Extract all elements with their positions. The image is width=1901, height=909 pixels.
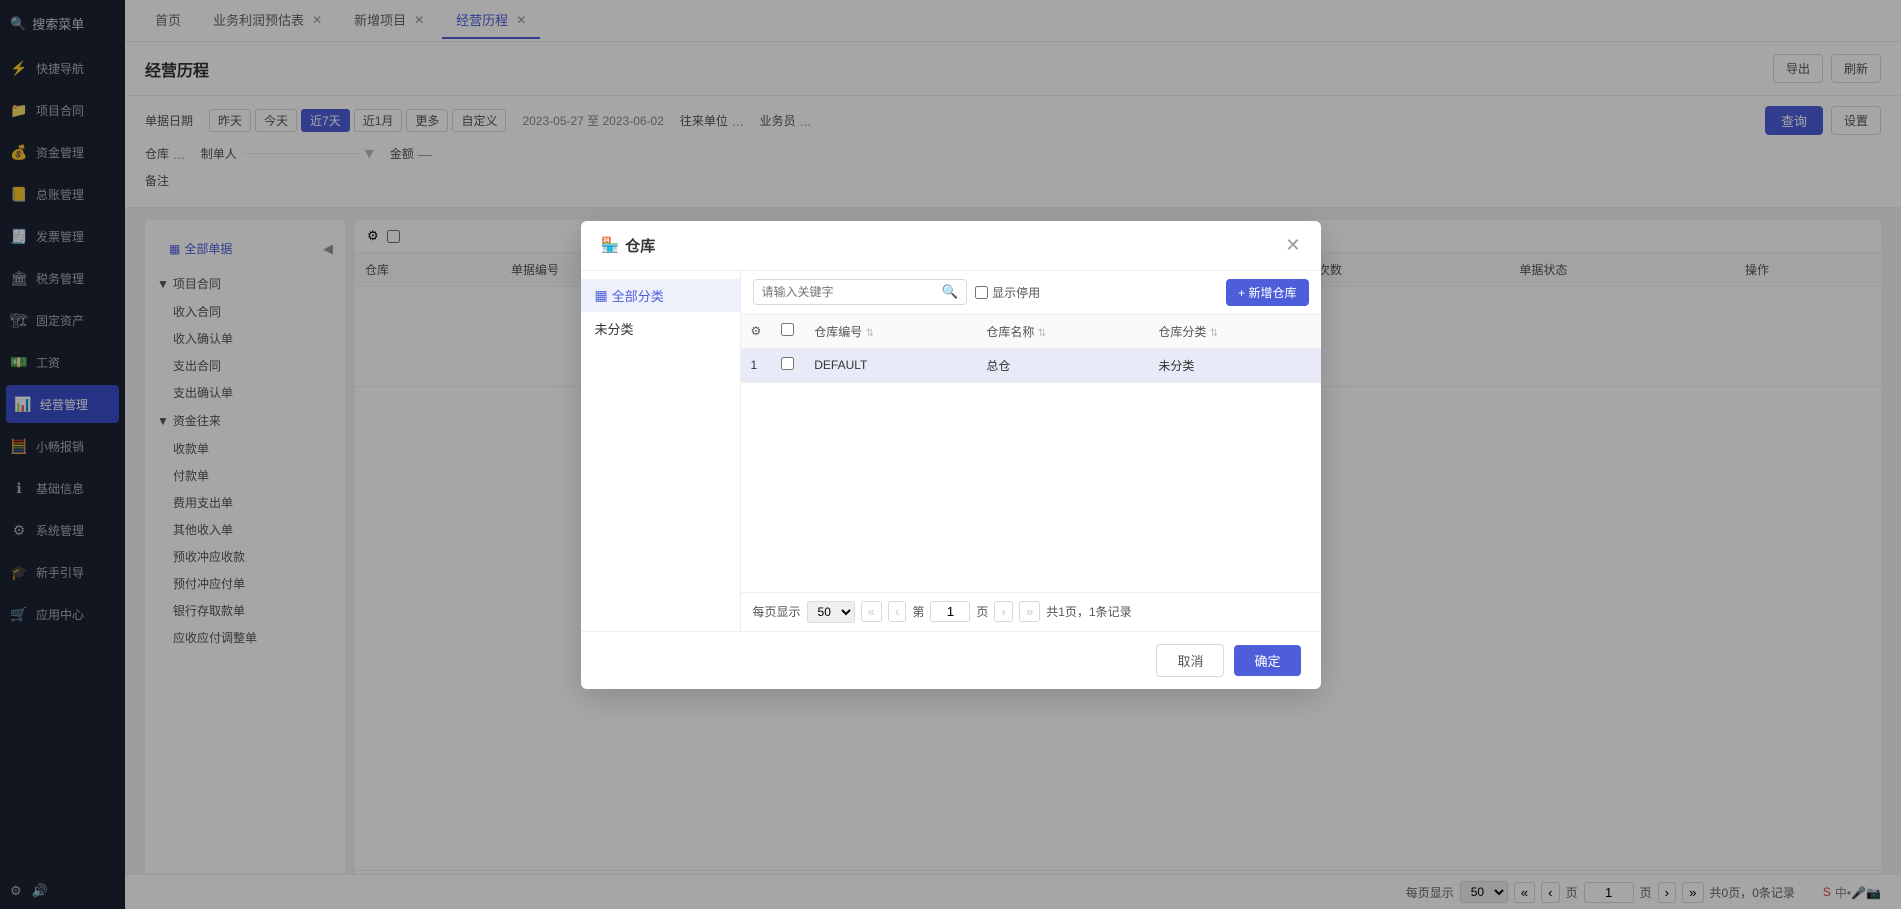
modal-close-button[interactable]: ✕ <box>1285 235 1300 256</box>
search-input-wrap: 🔍 <box>753 279 968 305</box>
tree-item-all[interactable]: ▦ 全部分类 <box>581 279 740 312</box>
modal-toolbar: 🔍 显示停用 + 新增仓库 <box>741 271 1321 315</box>
modal-total-info: 共1页，1条记录 <box>1046 603 1131 620</box>
modal-page-input[interactable] <box>930 601 970 622</box>
warehouse-search-input[interactable] <box>754 281 934 303</box>
show-disabled-checkbox[interactable] <box>975 286 988 299</box>
modal-last-page-btn[interactable]: » <box>1019 601 1040 622</box>
add-warehouse-button[interactable]: + 新增仓库 <box>1226 279 1308 306</box>
modal-col-code: 仓库编号 ⇅ <box>804 315 976 349</box>
modal-col-settings: ⚙ <box>741 315 772 349</box>
modal-body: ▦ 全部分类 未分类 🔍 显示停用 + 新增仓库 <box>581 271 1321 631</box>
confirm-button[interactable]: 确定 <box>1234 645 1300 676</box>
modal-page-suffix: 页 <box>976 603 988 620</box>
row-checkbox[interactable] <box>781 357 794 370</box>
row-name: 总仓 <box>976 348 1148 382</box>
modal-footer: 取消 确定 <box>581 631 1321 689</box>
table-row[interactable]: 1 DEFAULT 总仓 未分类 <box>741 348 1321 382</box>
warehouse-icon: 🏪 <box>601 236 620 254</box>
modal-per-page-label: 每页显示 <box>753 603 801 620</box>
modal-pagination: 每页显示 50 « ‹ 第 页 › » 共1页，1条记录 <box>741 592 1321 631</box>
modal-first-page-btn[interactable]: « <box>861 601 882 622</box>
show-disabled-label[interactable]: 显示停用 <box>975 284 1040 301</box>
row-index: 1 <box>741 348 772 382</box>
select-all-checkbox[interactable] <box>781 323 794 336</box>
modal-per-page-select[interactable]: 50 <box>807 601 855 623</box>
modal-col-name: 仓库名称 ⇅ <box>976 315 1148 349</box>
cancel-button[interactable]: 取消 <box>1156 644 1224 677</box>
row-check[interactable] <box>771 348 804 382</box>
modal-col-check <box>771 315 804 349</box>
modal-next-page-btn[interactable]: › <box>994 601 1012 622</box>
tree-item-uncategorized[interactable]: 未分类 <box>581 312 740 345</box>
modal-page-label-prefix: 第 <box>912 603 924 620</box>
modal-table-container: ⚙ 仓库编号 ⇅ 仓库名称 ⇅ 仓库分类 ⇅ 1 DEFAULT 总仓 <box>741 315 1321 592</box>
modal-title: 🏪 仓库 <box>601 235 656 256</box>
modal-prev-page-btn[interactable]: ‹ <box>888 601 906 622</box>
modal-header: 🏪 仓库 ✕ <box>581 221 1321 271</box>
row-code: DEFAULT <box>804 348 976 382</box>
modal-table: ⚙ 仓库编号 ⇅ 仓库名称 ⇅ 仓库分类 ⇅ 1 DEFAULT 总仓 <box>741 315 1321 383</box>
row-category: 未分类 <box>1148 348 1320 382</box>
warehouse-search-btn[interactable]: 🔍 <box>934 280 967 304</box>
modal-col-category: 仓库分类 ⇅ <box>1148 315 1320 349</box>
warehouse-modal: 🏪 仓库 ✕ ▦ 全部分类 未分类 🔍 显示停用 <box>581 221 1321 689</box>
modal-tree: ▦ 全部分类 未分类 <box>581 271 741 631</box>
tree-all-icon: ▦ <box>595 287 608 304</box>
modal-right: 🔍 显示停用 + 新增仓库 ⚙ 仓库编号 ⇅ 仓库名称 ⇅ <box>741 271 1321 631</box>
